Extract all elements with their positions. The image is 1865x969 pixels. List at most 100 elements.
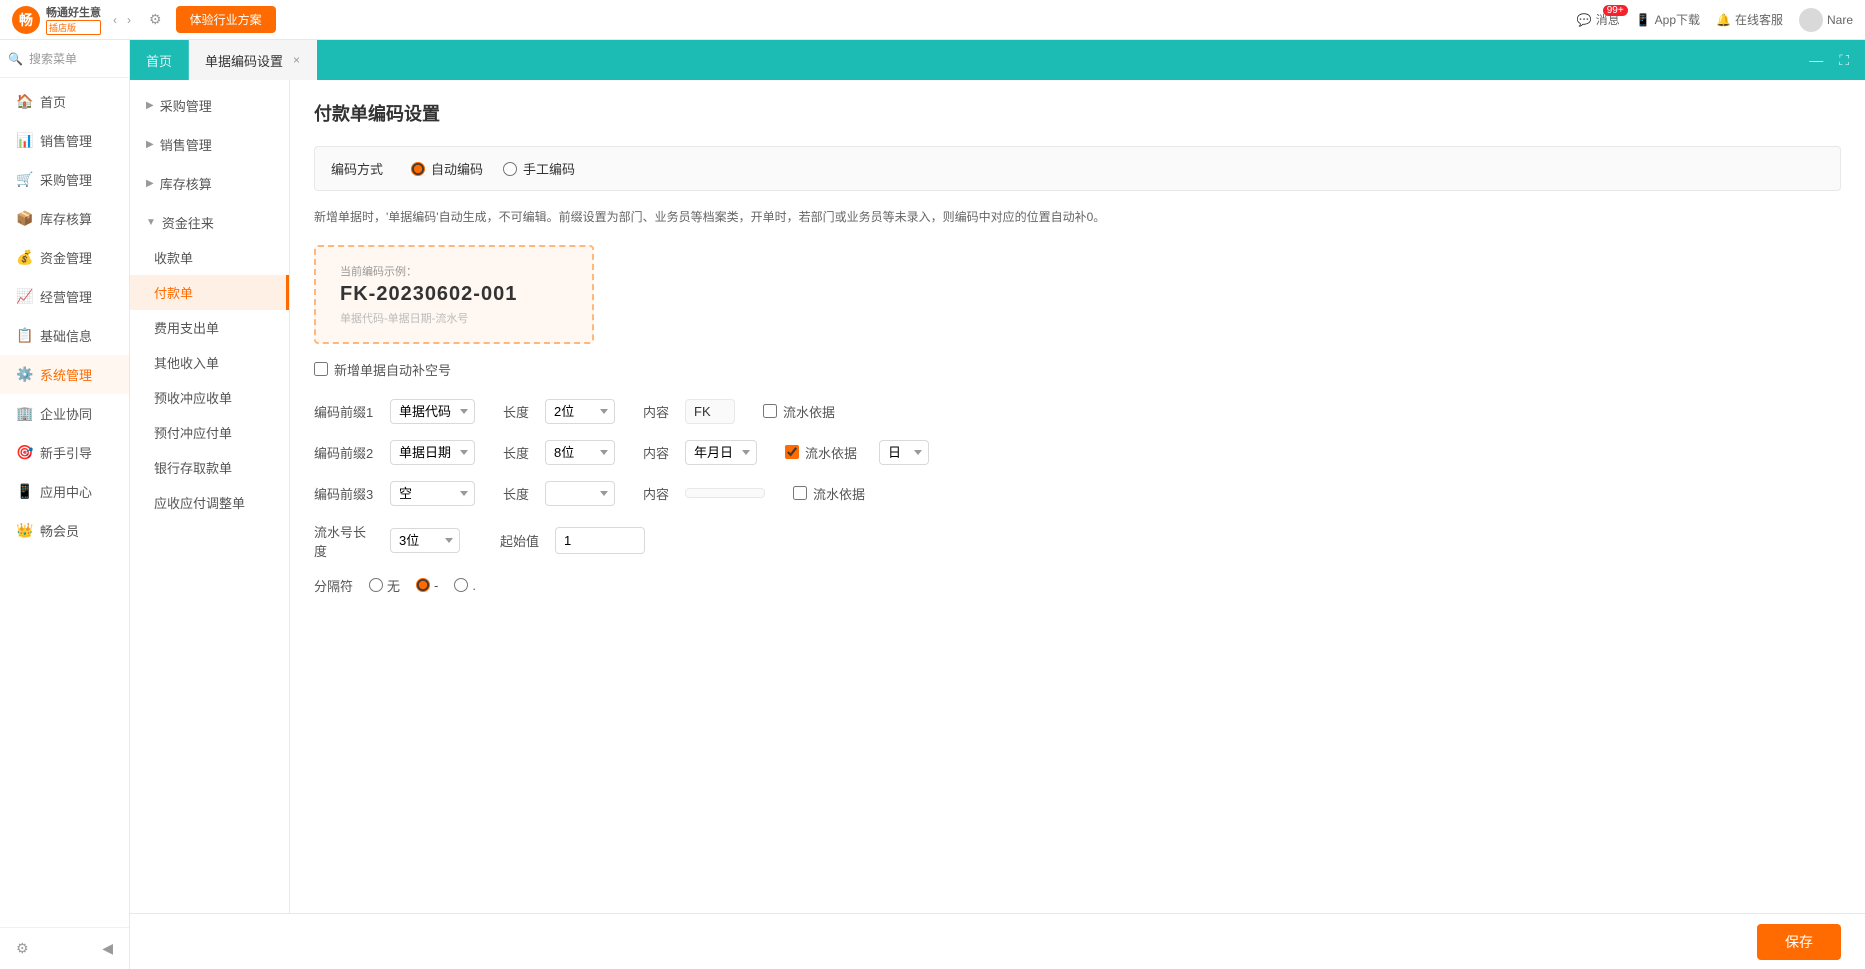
length1-select[interactable]: 2位 4位 6位 8位 [545,399,615,424]
auto-zero-label[interactable]: 新增单据自动补空号 [334,360,451,379]
top-settings-btn[interactable]: ⚙ [143,9,168,30]
sep-none-radio[interactable] [369,578,383,592]
water1-checkbox[interactable] [763,404,777,418]
sidebar-item-home[interactable]: 🏠 首页 [0,82,129,121]
sub-group-sales-title[interactable]: ▶ 销售管理 [130,127,289,162]
tab-home[interactable]: 首页 [130,40,189,80]
tab-minimize-btn[interactable]: — [1805,48,1827,72]
sidebar-item-appstore[interactable]: 📱 应用中心 [0,472,129,511]
manual-code-radio[interactable] [503,162,517,176]
sub-item-receipt[interactable]: 收款单 [130,240,289,275]
chevron-right-icon2: ▶ [146,139,154,150]
water2-checkbox[interactable] [785,445,799,459]
serial-length-select[interactable]: 3位 4位 5位 6位 [390,528,460,553]
inventory-icon: 📦 [16,210,32,227]
content1-label: 内容 [643,402,669,421]
sidebar-search[interactable]: 🔍 搜索菜单 [0,40,129,78]
auto-code-radio[interactable] [411,162,425,176]
sidebar-item-inventory[interactable]: 📦 库存核算 [0,199,129,238]
appstore-icon: 📱 [16,483,32,500]
start-value-input[interactable] [555,527,645,554]
sidebar: 🔍 搜索菜单 🏠 首页 📊 销售管理 🛒 采购管理 📦 库存核算 💰 [0,40,130,969]
sub-item-bank[interactable]: 银行存取款单 [130,450,289,485]
sidebar-item-enterprise[interactable]: 🏢 企业协同 [0,394,129,433]
water3-checkbox[interactable] [793,486,807,500]
sub-item-payment[interactable]: 付款单 [130,275,289,310]
nav-back-btn[interactable]: ‹ [109,11,121,29]
sub-item-advance-payable[interactable]: 预付冲应付单 [130,415,289,450]
brand-text: 畅通好生意 插店版 [46,4,101,35]
brand-logo: 畅 [12,6,40,34]
prefix3-select[interactable]: 单据代码 单据日期 空 部门 业务员 [390,481,475,506]
message-btn[interactable]: 💬 消息 99+ [1577,11,1620,28]
sidebar-item-finance[interactable]: 💰 资金管理 [0,238,129,277]
length3-select[interactable] [545,481,615,506]
enterprise-icon: 🏢 [16,405,32,422]
prefix3-row: 编码前缀3 单据代码 单据日期 空 部门 业务员 长度 内容 [314,481,1841,506]
sidebar-item-purchase[interactable]: 🛒 采购管理 [0,160,129,199]
nav-arrows: ‹ › [109,11,135,29]
chevron-right-icon3: ▶ [146,178,154,189]
user-area[interactable]: Nare [1799,8,1853,32]
content3-label: 内容 [643,484,669,503]
nav-forward-btn[interactable]: › [123,11,135,29]
sub-item-expense[interactable]: 费用支出单 [130,310,289,345]
separator-section: 分隔符 无 - . [314,576,1841,595]
content1-value: FK [685,399,735,424]
water1-check: 流水依据 [763,402,835,421]
encoding-radio-group: 编码方式 自动编码 手工编码 [331,159,1824,178]
sidebar-item-member[interactable]: 👑 畅会员 [0,511,129,550]
length2-label: 长度 [503,443,529,462]
operation-icon: 📈 [16,288,32,305]
online-service-btn[interactable]: 🔔 在线客服 [1716,11,1783,28]
purchase-icon: 🛒 [16,171,32,188]
tab-close-btn[interactable]: × [293,53,300,67]
water2-label[interactable]: 流水依据 [805,443,857,462]
auto-zero-checkbox[interactable] [314,362,328,376]
main-layout: 🔍 搜索菜单 🏠 首页 📊 销售管理 🛒 采购管理 📦 库存核算 💰 [0,40,1865,969]
chevron-right-icon: ▶ [146,100,154,111]
sidebar-item-system[interactable]: ⚙️ 系统管理 [0,355,129,394]
content2-select[interactable]: 年月日 年月 年 [685,440,757,465]
content-main: ▶ 采购管理 ▶ 销售管理 ▶ 库存核算 [130,80,1865,913]
sep-dash-radio[interactable] [416,578,430,592]
sub-item-advance-receivable[interactable]: 预收冲应收单 [130,380,289,415]
serial-row: 流水号长度 3位 4位 5位 6位 起始值 [314,522,1841,560]
water2-unit-select[interactable]: 日 月 年 [879,440,929,465]
sub-group-purchase-title[interactable]: ▶ 采购管理 [130,88,289,123]
sub-item-adjustment[interactable]: 应收应付调整单 [130,485,289,520]
sidebar-item-sales[interactable]: 📊 销售管理 [0,121,129,160]
sep-none-label[interactable]: 无 [369,576,400,595]
sep-dot-label[interactable]: . [454,578,476,593]
length2-select[interactable]: 2位 4位 6位 8位 [545,440,615,465]
sidebar-item-operation[interactable]: 📈 经营管理 [0,277,129,316]
water1-label[interactable]: 流水依据 [783,402,835,421]
chevron-down-icon: ▼ [146,217,156,228]
sub-item-other-income[interactable]: 其他收入单 [130,345,289,380]
code-preview-value: FK-20230602-001 [340,283,568,306]
avatar [1799,8,1823,32]
sub-group-inventory-title[interactable]: ▶ 库存核算 [130,166,289,201]
app-download-btn[interactable]: 📱 App下载 [1636,11,1700,28]
tab-maximize-btn[interactable]: ⛶ [1835,48,1853,73]
prefix2-select[interactable]: 单据代码 单据日期 空 部门 业务员 [390,440,475,465]
sep-dash-label[interactable]: - [416,578,438,593]
save-button[interactable]: 保存 [1757,924,1841,960]
water3-label[interactable]: 流水依据 [813,484,865,503]
trial-button[interactable]: 体验行业方案 [176,6,276,33]
sep-dot-radio[interactable] [454,578,468,592]
auto-code-radio-label[interactable]: 自动编码 [411,159,483,178]
prefix1-select[interactable]: 单据代码 单据日期 空 部门 业务员 [390,399,475,424]
content-area: 首页 单据编码设置 × — ⛶ ▶ 采购管理 [130,40,1865,969]
tab-current[interactable]: 单据编码设置 × [189,40,317,80]
water3-check: 流水依据 [793,484,865,503]
bottom-settings-icon[interactable]: ⚙ [16,940,29,957]
search-icon: 🔍 [8,52,23,66]
sub-group-capital-title[interactable]: ▼ 资金往来 [130,205,289,240]
sidebar-item-basic-info[interactable]: 📋 基础信息 [0,316,129,355]
encoding-method-section: 编码方式 自动编码 手工编码 [314,146,1841,191]
collapse-icon[interactable]: ◀ [102,940,113,957]
manual-code-radio-label[interactable]: 手工编码 [503,159,575,178]
info-text: 新增单据时，'单据编码'自动生成，不可编辑。前缀设置为部门、业务员等档案类，开单… [314,207,1841,229]
sidebar-item-guide[interactable]: 🎯 新手引导 [0,433,129,472]
